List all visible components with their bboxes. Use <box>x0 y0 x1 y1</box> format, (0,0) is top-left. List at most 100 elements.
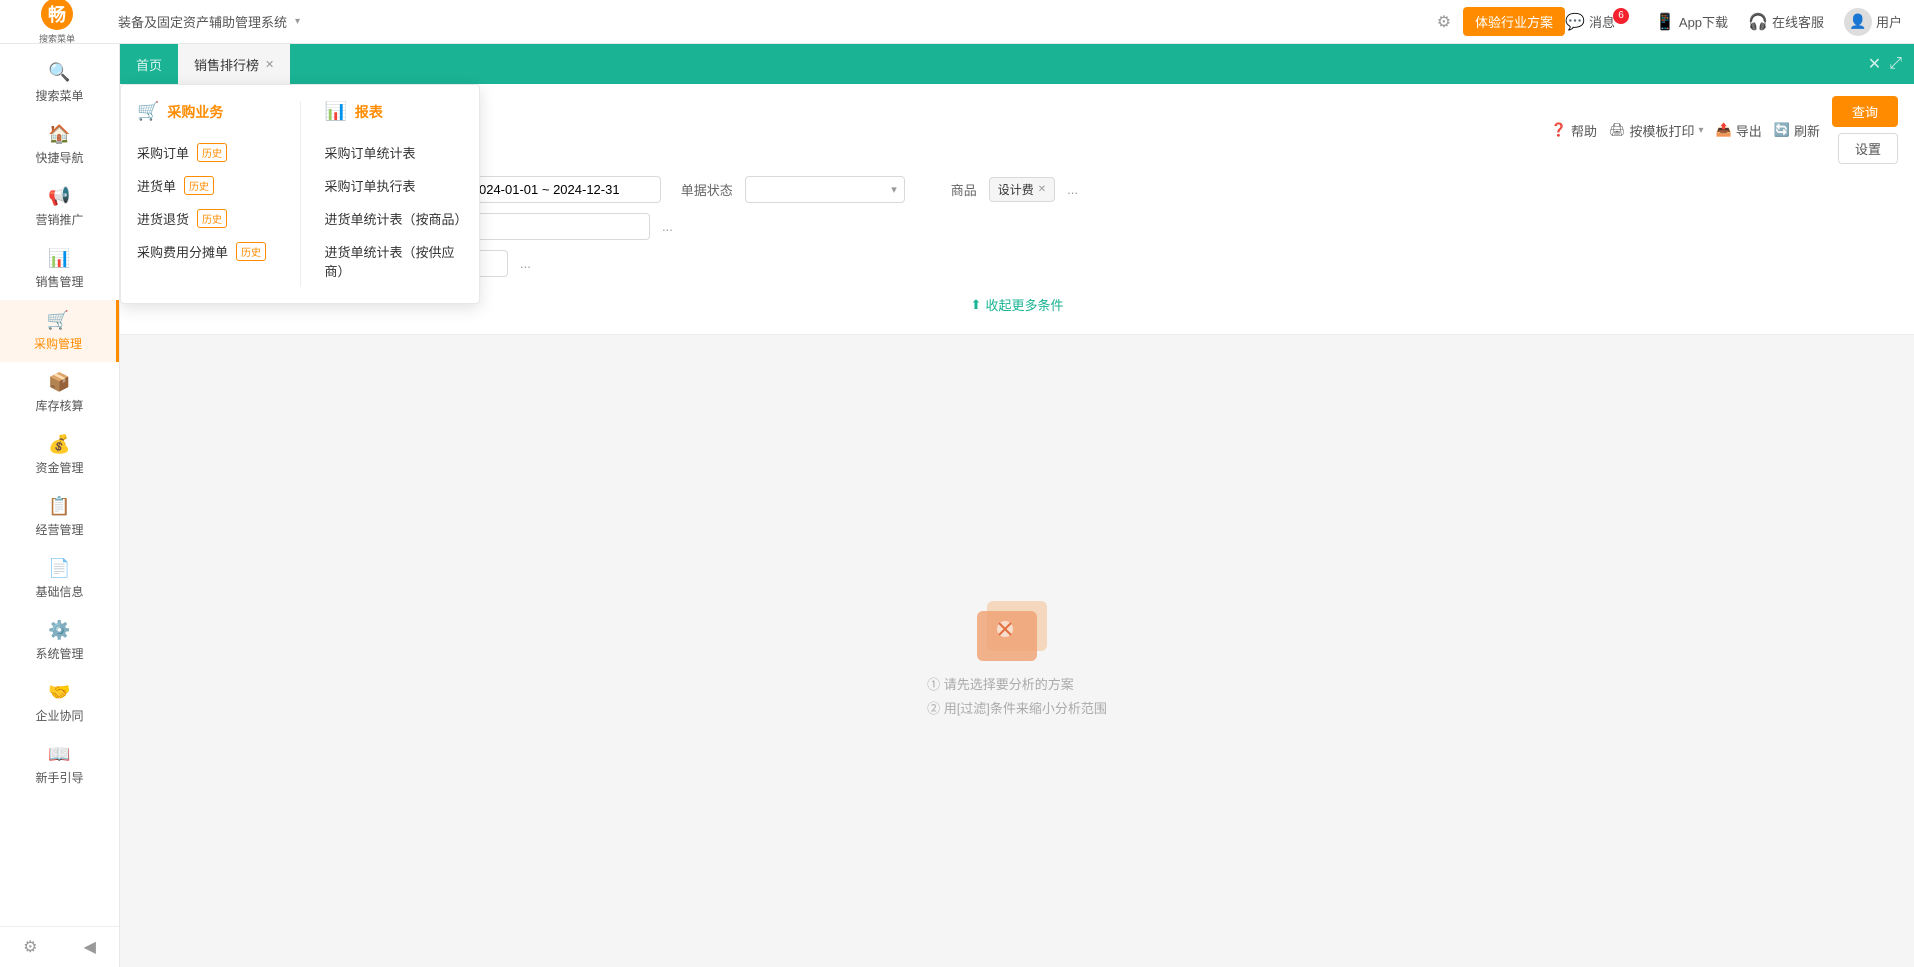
book-icon: 📖 <box>48 744 70 765</box>
voucher-status-label: 单据状态 <box>673 180 733 199</box>
customer-more-btn[interactable]: ... <box>520 256 531 271</box>
refresh-icon: 🔄 <box>1774 122 1790 138</box>
topbar-settings-icon[interactable]: ⚙ <box>1437 12 1451 32</box>
goods-tag-close[interactable]: ✕ <box>1038 184 1046 195</box>
industry-btn[interactable]: 体验行业方案 <box>1463 7 1565 36</box>
report-col-icon: 📊 <box>325 101 347 122</box>
tab-close-all-icon[interactable]: ✕ <box>1868 54 1881 74</box>
dropdown-item-receipt-stat-goods[interactable]: 进货单统计表（按商品） <box>325 202 464 235</box>
goods-more-btn[interactable]: ... <box>1067 182 1078 197</box>
sidebar: 🔍 搜索菜单 🏠 快捷导航 📢 营销推广 📊 销售管理 🛒 采购管理 📦 库存核… <box>0 44 120 967</box>
hist-badge-purchase-order[interactable]: 历史 <box>197 143 227 162</box>
purchase-col-title: 🛒 采购业务 <box>137 101 276 122</box>
search-icon: 🔍 <box>48 62 70 83</box>
voucher-status-wrap: ▾ <box>745 176 905 203</box>
online-service-btn[interactable]: 🎧 在线客服 <box>1748 12 1824 32</box>
dropdown-item-order-exec[interactable]: 采购订单执行表 <box>325 169 464 202</box>
help-icon: ❓ <box>1551 122 1567 138</box>
sidebar-item-marketing[interactable]: 📢 营销推广 <box>0 176 119 238</box>
message-badge: 6 <box>1613 8 1629 24</box>
sidebar-item-enterprise[interactable]: 🤝 企业协同 <box>0 672 119 734</box>
dropdown-item-order-stat[interactable]: 采购订单统计表 <box>325 136 464 169</box>
dropdown-divider <box>300 101 301 287</box>
empty-tips: 请先选择要分析的方案 用[过滤]条件来缩小分析范围 <box>927 673 1107 721</box>
sidebar-item-system[interactable]: ⚙️ 系统管理 <box>0 610 119 672</box>
sidebar-item-sales[interactable]: 📊 销售管理 <box>0 238 119 300</box>
query-button[interactable]: 查询 <box>1832 96 1898 127</box>
btn-group-right: 查询 设置 <box>1832 96 1898 164</box>
headset-icon: 🎧 <box>1748 12 1768 32</box>
sidebar-item-basic-info[interactable]: 📄 基础信息 <box>0 548 119 610</box>
purchase-col: 🛒 采购业务 采购订单 历史 进货单 历史 进货退货 历史 采购费用分摊单 <box>137 101 276 287</box>
hist-badge-goods-receipt[interactable]: 历史 <box>184 176 214 195</box>
sidebar-settings-btn[interactable]: ⚙ <box>23 937 37 957</box>
print-btn[interactable]: 🖨 按模板打印 ▾ <box>1609 121 1704 140</box>
empty-state: 请先选择要分析的方案 用[过滤]条件来缩小分析范围 <box>120 335 1914 967</box>
purchase-dropdown: 🛒 采购业务 采购订单 历史 进货单 历史 进货退货 历史 采购费用分摊单 <box>120 84 480 304</box>
clipboard-icon: 📋 <box>48 496 70 517</box>
sidebar-item-finance[interactable]: 💰 资金管理 <box>0 424 119 486</box>
title-dropdown-icon[interactable]: ▾ <box>295 16 300 27</box>
print-icon: 🖨 <box>1609 122 1626 138</box>
sidebar-item-inventory[interactable]: 📦 库存核算 <box>0 362 119 424</box>
dropdown-item-receipt-stat-supplier[interactable]: 进货单统计表（按供应商） <box>325 235 464 287</box>
content-area: 首页 销售排行榜 ✕ ✕ ⤢ ❓ 帮助 <box>120 44 1914 967</box>
message-btn[interactable]: 💬 消息 6 <box>1565 12 1635 32</box>
tab-home[interactable]: 首页 <box>120 44 178 84</box>
logo: 畅 搜索菜单 <box>12 0 102 45</box>
sidebar-bottom: ⚙ ◀ <box>0 926 119 967</box>
report-col-title: 📊 报表 <box>325 101 464 122</box>
goods-label: 商品 <box>917 180 977 199</box>
voucher-status-select[interactable] <box>745 176 905 203</box>
settings-button[interactable]: 设置 <box>1838 133 1898 164</box>
collapse-up-icon: ⬆ <box>971 297 982 313</box>
sidebar-item-purchase[interactable]: 🛒 采购管理 <box>0 300 119 362</box>
dropdown-item-goods-return[interactable]: 进货退货 历史 <box>137 202 276 235</box>
tab-close-icon[interactable]: ✕ <box>265 58 274 71</box>
tab-expand-icon[interactable]: ⤢ <box>1889 55 1902 73</box>
sidebar-collapse-btn[interactable]: ◀ <box>84 937 96 957</box>
cart-icon: 🛒 <box>47 310 69 331</box>
date-input[interactable] <box>461 176 661 203</box>
print-dropdown-icon[interactable]: ▾ <box>1699 125 1704 136</box>
avatar: 👤 <box>1844 8 1872 36</box>
goods-tag: 设计费 ✕ <box>989 177 1055 202</box>
salesperson-more-btn[interactable]: ... <box>662 219 673 234</box>
mobile-icon: 📱 <box>1655 12 1675 32</box>
home-icon: 🏠 <box>48 124 70 145</box>
hist-badge-goods-return[interactable]: 历史 <box>197 209 227 228</box>
hist-badge-purchase-expense[interactable]: 历史 <box>236 242 266 261</box>
sidebar-item-newbie[interactable]: 📖 新手引导 <box>0 734 119 796</box>
logo-icon: 畅 <box>41 0 73 30</box>
tab-sales-rank[interactable]: 销售排行榜 ✕ <box>178 44 290 84</box>
export-btn[interactable]: 📤 导出 <box>1716 121 1762 140</box>
user-btn[interactable]: 👤 用户 <box>1844 8 1902 36</box>
toolbar-actions: ❓ 帮助 🖨 按模板打印 ▾ 📤 导出 🔄 刷新 <box>1551 96 1898 164</box>
sidebar-item-quick-nav[interactable]: 🏠 快捷导航 <box>0 114 119 176</box>
export-icon: 📤 <box>1716 122 1732 138</box>
topbar-right: 💬 消息 6 📱 App下载 🎧 在线客服 👤 用户 <box>1565 8 1902 36</box>
sidebar-item-search[interactable]: 🔍 搜索菜单 <box>0 52 119 114</box>
system-title: 装备及固定资产辅助管理系统 ▾ <box>118 12 1437 31</box>
help-btn[interactable]: ❓ 帮助 <box>1551 121 1597 140</box>
message-icon: 💬 <box>1565 12 1585 32</box>
purchase-col-icon: 🛒 <box>137 101 159 122</box>
salesperson-input[interactable] <box>452 213 650 240</box>
report-col: 📊 报表 采购订单统计表 采购订单执行表 进货单统计表（按商品） 进货单统计表（… <box>325 101 464 287</box>
handshake-icon: 🤝 <box>48 682 70 703</box>
gear-icon: ⚙️ <box>48 620 70 641</box>
megaphone-icon: 📢 <box>48 186 70 207</box>
money-icon: 💰 <box>48 434 70 455</box>
document-icon: 📄 <box>48 558 70 579</box>
box-icon: 📦 <box>48 372 70 393</box>
topbar: 畅 搜索菜单 装备及固定资产辅助管理系统 ▾ ⚙ 体验行业方案 💬 消息 6 📱… <box>0 0 1914 44</box>
refresh-btn[interactable]: 🔄 刷新 <box>1774 121 1820 140</box>
chart-icon: 📊 <box>48 248 70 269</box>
tab-bar: 首页 销售排行榜 ✕ ✕ ⤢ <box>120 44 1914 84</box>
dropdown-item-purchase-order[interactable]: 采购订单 历史 <box>137 136 276 169</box>
sidebar-item-operations[interactable]: 📋 经营管理 <box>0 486 119 548</box>
main-layout: 🔍 搜索菜单 🏠 快捷导航 📢 营销推广 📊 销售管理 🛒 采购管理 📦 库存核… <box>0 44 1914 967</box>
dropdown-item-purchase-expense[interactable]: 采购费用分摊单 历史 <box>137 235 276 268</box>
app-download-btn[interactable]: 📱 App下载 <box>1655 12 1728 32</box>
dropdown-item-goods-receipt[interactable]: 进货单 历史 <box>137 169 276 202</box>
